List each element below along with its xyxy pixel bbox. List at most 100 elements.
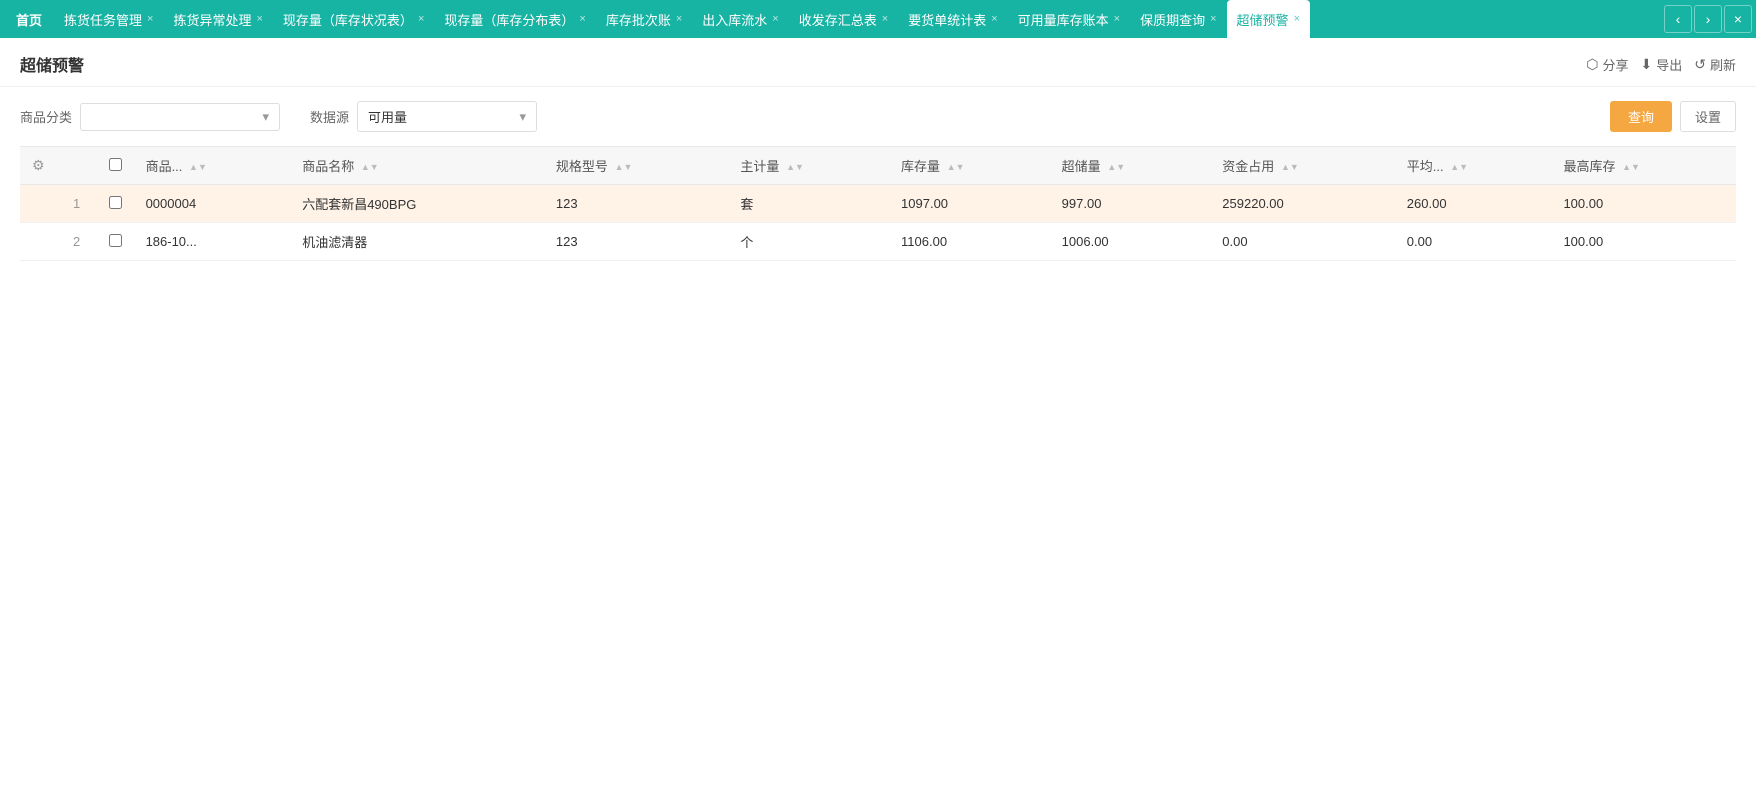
datasource-value: 可用量: [368, 107, 407, 126]
th-sku[interactable]: 商品... ▲▼: [134, 147, 291, 185]
table-row: 2 186-10... 机油滤清器 123 个 1106.00 1006.00 …: [20, 223, 1736, 261]
row-stock: 1106.00: [889, 223, 1050, 261]
query-button[interactable]: 查询: [1610, 101, 1672, 132]
row-spec: 123: [544, 223, 729, 261]
gear-icon: ⚙: [32, 157, 45, 173]
sort-icon-name: ▲▼: [361, 163, 379, 172]
category-select[interactable]: ▾: [80, 103, 280, 131]
sort-icon-unit: ▲▼: [786, 163, 804, 172]
nav-home[interactable]: 首页: [4, 0, 54, 38]
main-content: 超储预警 ⬡ 分享 ⬇ 导出 ↺ 刷新 商品分类 ▾ 数据源: [0, 38, 1756, 800]
nav-tab-tab-4[interactable]: 现存量（库存分布表）×: [434, 0, 595, 38]
row-capital: 259220.00: [1210, 185, 1395, 223]
nav-tab-tab-1[interactable]: 拣货任务管理×: [54, 0, 163, 38]
tab-close-icon[interactable]: ×: [991, 13, 997, 25]
data-table: ⚙ 商品... ▲▼ 商品名称 ▲▼ 规格型号: [20, 146, 1736, 261]
top-navigation: 首页 拣货任务管理×拣货异常处理×现存量（库存状况表）×现存量（库存分布表）×库…: [0, 0, 1756, 38]
th-checkbox: [97, 147, 134, 185]
nav-tab-tab-11[interactable]: 超储预警×: [1227, 0, 1310, 38]
nav-tabs: 拣货任务管理×拣货异常处理×现存量（库存状况表）×现存量（库存分布表）×库存批次…: [54, 0, 1662, 38]
th-unit[interactable]: 主计量 ▲▼: [728, 147, 889, 185]
tab-close-icon[interactable]: ×: [418, 13, 424, 25]
sort-icon-spec: ▲▼: [615, 163, 633, 172]
tab-close-icon[interactable]: ×: [676, 13, 682, 25]
row-checkbox[interactable]: [109, 234, 122, 247]
page-header: 超储预警 ⬡ 分享 ⬇ 导出 ↺ 刷新: [0, 38, 1756, 87]
export-icon: ⬇: [1641, 56, 1653, 73]
select-all-checkbox[interactable]: [109, 158, 122, 171]
tab-close-icon[interactable]: ×: [882, 13, 888, 25]
row-name: 六配套新昌490BPG: [290, 185, 544, 223]
refresh-icon: ↺: [1694, 56, 1706, 73]
page-title: 超储预警: [20, 52, 84, 76]
row-sku: 186-10...: [134, 223, 291, 261]
tab-close-icon[interactable]: ×: [579, 13, 585, 25]
row-overflow: 997.00: [1050, 185, 1211, 223]
sort-icon-stock: ▲▼: [947, 163, 965, 172]
nav-tab-tab-10[interactable]: 保质期查询×: [1130, 0, 1226, 38]
header-actions: ⬡ 分享 ⬇ 导出 ↺ 刷新: [1586, 55, 1736, 74]
th-spec[interactable]: 规格型号 ▲▼: [544, 147, 729, 185]
filter-buttons: 查询 设置: [1610, 101, 1736, 132]
row-number: 1: [57, 185, 97, 223]
chevron-down-icon-2: ▾: [520, 109, 527, 125]
category-label: 商品分类: [20, 107, 72, 126]
table-container: ⚙ 商品... ▲▼ 商品名称 ▲▼ 规格型号: [0, 146, 1756, 261]
nav-tab-tab-7[interactable]: 收发存汇总表×: [789, 0, 898, 38]
row-sku: 0000004: [134, 185, 291, 223]
row-unit: 套: [728, 185, 889, 223]
th-avg[interactable]: 平均... ▲▼: [1395, 147, 1552, 185]
share-button[interactable]: ⬡ 分享: [1586, 55, 1628, 74]
th-stock[interactable]: 库存量 ▲▼: [889, 147, 1050, 185]
tab-close-icon[interactable]: ×: [256, 13, 262, 25]
datasource-select[interactable]: 可用量 ▾: [357, 101, 537, 132]
nav-tab-tab-5[interactable]: 库存批次账×: [596, 0, 692, 38]
sort-icon-overflow: ▲▼: [1107, 163, 1125, 172]
table-header-row: ⚙ 商品... ▲▼ 商品名称 ▲▼ 规格型号: [20, 147, 1736, 185]
nav-prev-button[interactable]: ‹: [1664, 5, 1692, 33]
nav-tab-tab-2[interactable]: 拣货异常处理×: [163, 0, 272, 38]
tab-close-icon[interactable]: ×: [1294, 13, 1300, 25]
nav-tab-tab-8[interactable]: 要货单统计表×: [898, 0, 1007, 38]
row-checkbox-cell[interactable]: [97, 185, 134, 223]
row-number: 2: [57, 223, 97, 261]
tab-close-icon[interactable]: ×: [772, 13, 778, 25]
th-row-number: [57, 147, 97, 185]
sort-icon-avg: ▲▼: [1450, 163, 1468, 172]
row-checkbox[interactable]: [109, 196, 122, 209]
row-checkbox-cell[interactable]: [97, 223, 134, 261]
nav-more-button[interactable]: ×: [1724, 5, 1752, 33]
export-button[interactable]: ⬇ 导出: [1641, 55, 1683, 74]
th-capital[interactable]: 资金占用 ▲▼: [1210, 147, 1395, 185]
nav-tab-tab-9[interactable]: 可用量库存账本×: [1008, 0, 1130, 38]
nav-tab-tab-6[interactable]: 出入库流水×: [692, 0, 788, 38]
table-row: 1 0000004 六配套新昌490BPG 123 套 1097.00 997.…: [20, 185, 1736, 223]
nav-tab-tab-3[interactable]: 现存量（库存状况表）×: [273, 0, 434, 38]
refresh-button[interactable]: ↺ 刷新: [1694, 55, 1736, 74]
row-avg: 260.00: [1395, 185, 1552, 223]
sort-icon-sku: ▲▼: [189, 163, 207, 172]
row-name: 机油滤清器: [290, 223, 544, 261]
row-unit: 个: [728, 223, 889, 261]
row-capital: 0.00: [1210, 223, 1395, 261]
row-max-stock: 100.00: [1551, 185, 1736, 223]
th-overflow[interactable]: 超储量 ▲▼: [1050, 147, 1211, 185]
tab-close-icon[interactable]: ×: [147, 13, 153, 25]
sort-icon-capital: ▲▼: [1281, 163, 1299, 172]
category-filter-group: 商品分类 ▾: [20, 103, 280, 131]
row-spec: 123: [544, 185, 729, 223]
row-overflow: 1006.00: [1050, 223, 1211, 261]
row-gear-cell: [20, 223, 57, 261]
tab-close-icon[interactable]: ×: [1210, 13, 1216, 25]
datasource-label: 数据源: [310, 107, 349, 126]
row-max-stock: 100.00: [1551, 223, 1736, 261]
share-icon: ⬡: [1586, 56, 1598, 73]
th-name[interactable]: 商品名称 ▲▼: [290, 147, 544, 185]
sort-icon-max: ▲▼: [1622, 163, 1640, 172]
th-settings[interactable]: ⚙: [20, 147, 57, 185]
settings-button[interactable]: 设置: [1680, 101, 1736, 132]
tab-close-icon[interactable]: ×: [1114, 13, 1120, 25]
nav-next-button[interactable]: ›: [1694, 5, 1722, 33]
th-max[interactable]: 最高库存 ▲▼: [1551, 147, 1736, 185]
filter-area: 商品分类 ▾ 数据源 可用量 ▾ 查询 设置: [0, 87, 1756, 146]
